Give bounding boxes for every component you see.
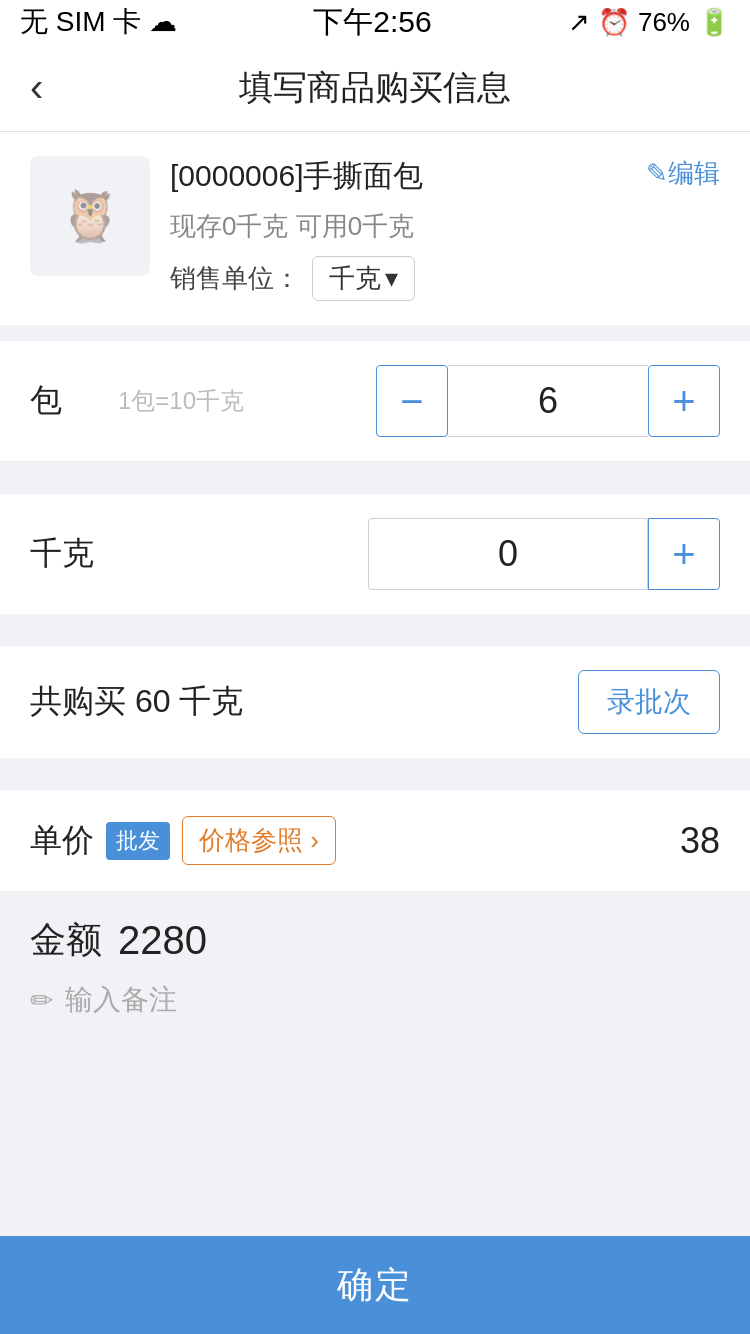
unit-label: 销售单位： [170,261,300,296]
nav-bar: ‹ 填写商品购买信息 [0,44,750,132]
battery-icon: 🔋 [698,7,730,38]
back-button[interactable]: ‹ [30,65,43,110]
bao-quantity-control: − + [376,365,720,437]
price-label: 单价 [30,819,94,863]
remark-row[interactable]: ✏ 输入备注 [30,981,720,1019]
bao-decrement-button[interactable]: − [376,365,448,437]
product-stock: 现存0千克 可用0千克 [170,209,720,244]
product-name: [0000006]手撕面包 [170,156,646,197]
price-row: 单价 批发 价格参照 › 38 [0,790,750,892]
location-icon: ↗ [568,7,590,38]
status-left: 无 SIM 卡 ☁ [20,3,177,41]
remark-label: 输入备注 [65,981,177,1019]
status-time: 下午2:56 [313,2,431,43]
price-ref-button[interactable]: 价格参照 › [182,816,336,865]
product-unit-row: 销售单位： 千克 ▾ [170,256,720,301]
pencil-icon: ✏ [30,984,53,1017]
bao-section: 包 1包=10千克 − + [0,341,750,462]
page-title: 填写商品购买信息 [239,65,511,111]
unit-value: 千克 [329,261,381,296]
unit-select[interactable]: 千克 ▾ [312,256,415,301]
amount-label: 金额 [30,916,102,965]
bao-label: 包 [30,379,110,423]
kg-row: 千克 + [0,494,750,614]
batch-button[interactable]: 录批次 [578,670,720,734]
total-row: 共购买 60 千克 录批次 [0,646,750,758]
bao-increment-button[interactable]: + [648,365,720,437]
price-tag: 批发 [106,822,170,860]
price-value: 38 [680,820,720,862]
battery-text: 76% [638,7,690,38]
amount-row: 金额 2280 [30,916,720,965]
kg-label: 千克 [30,532,110,576]
status-bar: 无 SIM 卡 ☁ 下午2:56 ↗ ⏰ 76% 🔋 [0,0,750,44]
kg-quantity-input[interactable] [368,518,648,590]
product-info: [0000006]手撕面包 ✎编辑 现存0千克 可用0千克 销售单位： 千克 ▾ [170,156,720,301]
bao-quantity-input[interactable] [448,365,648,437]
kg-section: 千克 + [0,494,750,614]
total-text: 共购买 60 千克 [30,680,243,724]
kg-increment-button[interactable]: + [648,518,720,590]
signal-text: 无 SIM 卡 ☁ [20,3,177,41]
status-right: ↗ ⏰ 76% 🔋 [568,7,730,38]
product-logo: 🦉 [59,187,121,245]
kg-quantity-control: + [368,518,720,590]
chevron-down-icon: ▾ [385,263,398,294]
edit-button[interactable]: ✎编辑 [646,156,720,191]
product-image: 🦉 [30,156,150,276]
amount-value: 2280 [118,918,207,963]
bao-row: 包 1包=10千克 − + [0,341,750,462]
product-card: 🦉 [0000006]手撕面包 ✎编辑 现存0千克 可用0千克 销售单位： 千克… [0,132,750,325]
alarm-icon: ⏰ [598,7,630,38]
amount-section: 金额 2280 ✏ 输入备注 [0,892,750,1039]
confirm-button[interactable]: 确定 [0,1236,750,1334]
bao-hint: 1包=10千克 [118,385,376,417]
price-section: 单价 批发 价格参照 › 38 [0,790,750,892]
